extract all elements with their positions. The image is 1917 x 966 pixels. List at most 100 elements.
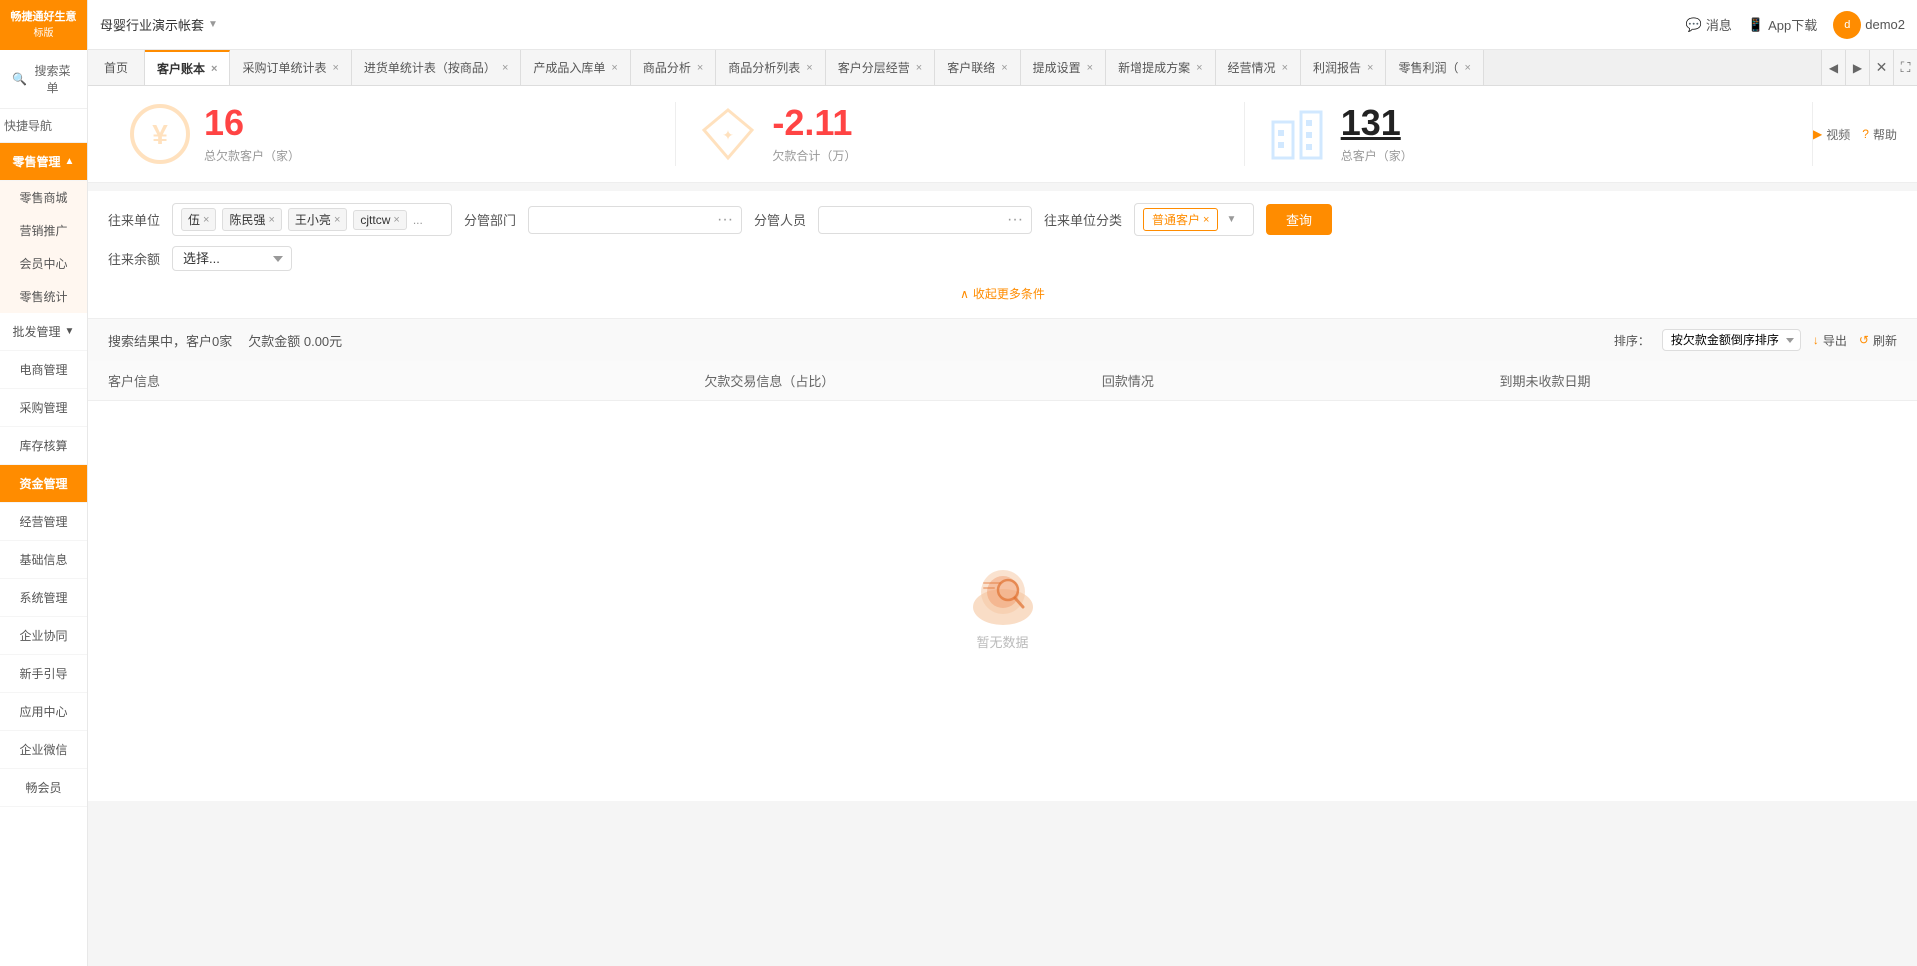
tab-business-status-label: 经营情况 [1228,59,1276,76]
tab-product-inbound[interactable]: 产成品入库单 × [521,50,630,86]
sidebar-search-area[interactable]: 🔍 搜索菜单 [0,50,87,109]
query-button[interactable]: 查询 [1266,204,1332,235]
stat-customers-info: 16 总欠款客户（家） [204,105,300,164]
video-button[interactable]: ▶ 视频 [1813,126,1850,143]
tab-commission-settings-close[interactable]: × [1087,62,1093,74]
sidebar-item-retail-management[interactable]: 零售管理 ▲ [0,143,87,181]
unit-type-dropdown-icon[interactable]: ▼ [1226,214,1236,225]
unit-tag-cjttcw[interactable]: cjttcw × [353,210,406,230]
yuan-e-filter-label: 往来余额 [108,249,160,268]
unit-type-tag-close[interactable]: × [1203,214,1209,226]
sidebar-item-operations[interactable]: 经营管理 [0,503,87,541]
sidebar-item-purchase[interactable]: 采购管理 [0,389,87,427]
unit-tag-wang[interactable]: 王小亮 × [288,208,347,231]
yuan-e-select[interactable]: 选择... [172,246,292,271]
tab-business-status-close[interactable]: × [1282,62,1288,74]
dept-dots[interactable]: ··· [717,211,733,229]
sidebar-item-member[interactable]: 畅会员 [0,769,87,807]
tab-customer-tier[interactable]: 客户分层经营 × [826,50,935,86]
person-input[interactable] [827,212,1003,227]
tab-customer-ledger-close[interactable]: × [211,63,217,75]
sidebar-item-finance[interactable]: 资金管理 [0,465,87,503]
stat-all-customers-info: 131 总客户（家） [1341,105,1413,164]
tab-commission-settings[interactable]: 提成设置 × [1021,50,1106,86]
unit-filter-tags[interactable]: 伍 × 陈民强 × 王小亮 × cjttcw × ... [172,203,452,236]
diamond-icon: ✦ [696,102,760,166]
tab-close-all-button[interactable]: ✕ [1869,50,1893,86]
person-filter-input[interactable]: ··· [818,206,1032,234]
person-dots[interactable]: ··· [1007,211,1023,229]
tab-home[interactable]: 首页 [88,50,145,86]
sidebar-item-system[interactable]: 系统管理 [0,579,87,617]
quick-nav-button[interactable]: 快捷导航 [0,109,87,143]
tab-add-commission-plan[interactable]: 新增提成方案 × [1106,50,1215,86]
dept-input[interactable] [537,212,713,227]
tab-inbound-stats-close[interactable]: × [502,62,508,74]
message-icon: 💬 [1686,17,1702,33]
tab-purchase-order-stats[interactable]: 采购订单统计表 × [230,50,351,86]
unit-tag-chen[interactable]: 陈民强 × [222,208,281,231]
sidebar-item-enterprise[interactable]: 企业协同 [0,617,87,655]
tab-product-analysis[interactable]: 商品分析 × [631,50,716,86]
tab-customer-contact-close[interactable]: × [1001,62,1007,74]
tab-inbound-stats[interactable]: 进货单统计表（按商品） × [352,50,521,86]
messages-button[interactable]: 💬 消息 [1686,15,1732,34]
export-icon: ↓ [1813,333,1819,347]
empty-illustration [953,552,1053,632]
main-area: 母婴行业演示帐套 ▼ 💬 消息 📱 App下载 d demo2 首页 客户账本 [88,0,1917,966]
tab-next-button[interactable]: ▶ [1845,50,1869,86]
sidebar-item-ecommerce[interactable]: 电商管理 [0,351,87,389]
tab-product-analysis-close[interactable]: × [697,62,703,74]
unit-tag-wu-close[interactable]: × [203,214,209,226]
page-content: ¥ 16 总欠款客户（家） ✦ -2.11 欠款合计（万） [88,86,1917,966]
unit-tag-cjttcw-close[interactable]: × [393,214,399,226]
sort-select[interactable]: 按欠款金额倒序排序 [1662,329,1801,351]
dept-filter-input[interactable]: ··· [528,206,742,234]
unit-tag-chen-close[interactable]: × [268,214,274,226]
tabbar: 首页 客户账本 × 采购订单统计表 × 进货单统计表（按商品） × 产成品入库单… [88,50,1917,86]
sidebar-item-app-center[interactable]: 应用中心 [0,693,87,731]
tab-product-analysis-list-label: 商品分析列表 [728,59,800,76]
unit-type-filter-input[interactable]: 普通客户 × ▼ [1134,203,1254,236]
tab-prev-button[interactable]: ◀ [1821,50,1845,86]
sidebar-item-wechat[interactable]: 企业微信 [0,731,87,769]
sidebar-item-wholesale[interactable]: 批发管理 ▼ [0,313,87,351]
unit-tag-wu[interactable]: 伍 × [181,208,216,231]
unit-tags-more[interactable]: ... [413,213,423,227]
sidebar-item-marketing[interactable]: 营销推广 [0,214,87,247]
dept-filter-label: 分管部门 [464,210,516,229]
tab-product-analysis-list[interactable]: 商品分析列表 × [716,50,825,86]
help-button[interactable]: ? 帮助 [1862,126,1897,143]
sidebar-item-inventory[interactable]: 库存核算 [0,427,87,465]
search-menu-button[interactable]: 🔍 搜索菜单 [8,58,79,100]
tab-profit-report[interactable]: 利润报告 × [1301,50,1386,86]
tab-business-status[interactable]: 经营情况 × [1216,50,1301,86]
sidebar-item-basic-info[interactable]: 基础信息 [0,541,87,579]
unit-tag-wang-close[interactable]: × [334,214,340,226]
sidebar-item-guide[interactable]: 新手引导 [0,655,87,693]
stats-actions: ▶ 视频 ? 帮助 [1813,126,1897,143]
tab-customer-contact[interactable]: 客户联络 × [935,50,1020,86]
user-menu[interactable]: d demo2 [1833,11,1905,39]
tab-product-inbound-close[interactable]: × [611,62,617,74]
tab-customer-ledger[interactable]: 客户账本 × [145,50,230,86]
unit-type-tag-general[interactable]: 普通客户 × [1143,208,1218,231]
tab-purchase-order-stats-close[interactable]: × [332,62,338,74]
tab-expand-button[interactable]: ⛶ [1893,50,1917,86]
sidebar-item-retail-stats[interactable]: 零售统计 [0,280,87,313]
tab-product-analysis-list-close[interactable]: × [806,62,812,74]
export-button[interactable]: ↓ 导出 [1813,332,1847,349]
tab-add-commission-plan-close[interactable]: × [1196,62,1202,74]
messages-label: 消息 [1706,15,1732,34]
chevron-up-icon: ∧ [960,287,969,301]
tab-customer-tier-close[interactable]: × [916,62,922,74]
company-selector[interactable]: 母婴行业演示帐套 ▼ [100,15,218,34]
sidebar-item-retail-shop[interactable]: 零售商城 [0,181,87,214]
refresh-button[interactable]: ↺ 刷新 [1859,332,1897,349]
tab-retail-profit-close[interactable]: × [1464,62,1470,74]
tab-retail-profit[interactable]: 零售利润（ × [1386,50,1483,86]
collapse-button[interactable]: ∧ 收起更多条件 [108,281,1897,306]
sidebar-item-members[interactable]: 会员中心 [0,247,87,280]
app-download-button[interactable]: 📱 App下载 [1748,15,1817,34]
tab-profit-report-close[interactable]: × [1367,62,1373,74]
